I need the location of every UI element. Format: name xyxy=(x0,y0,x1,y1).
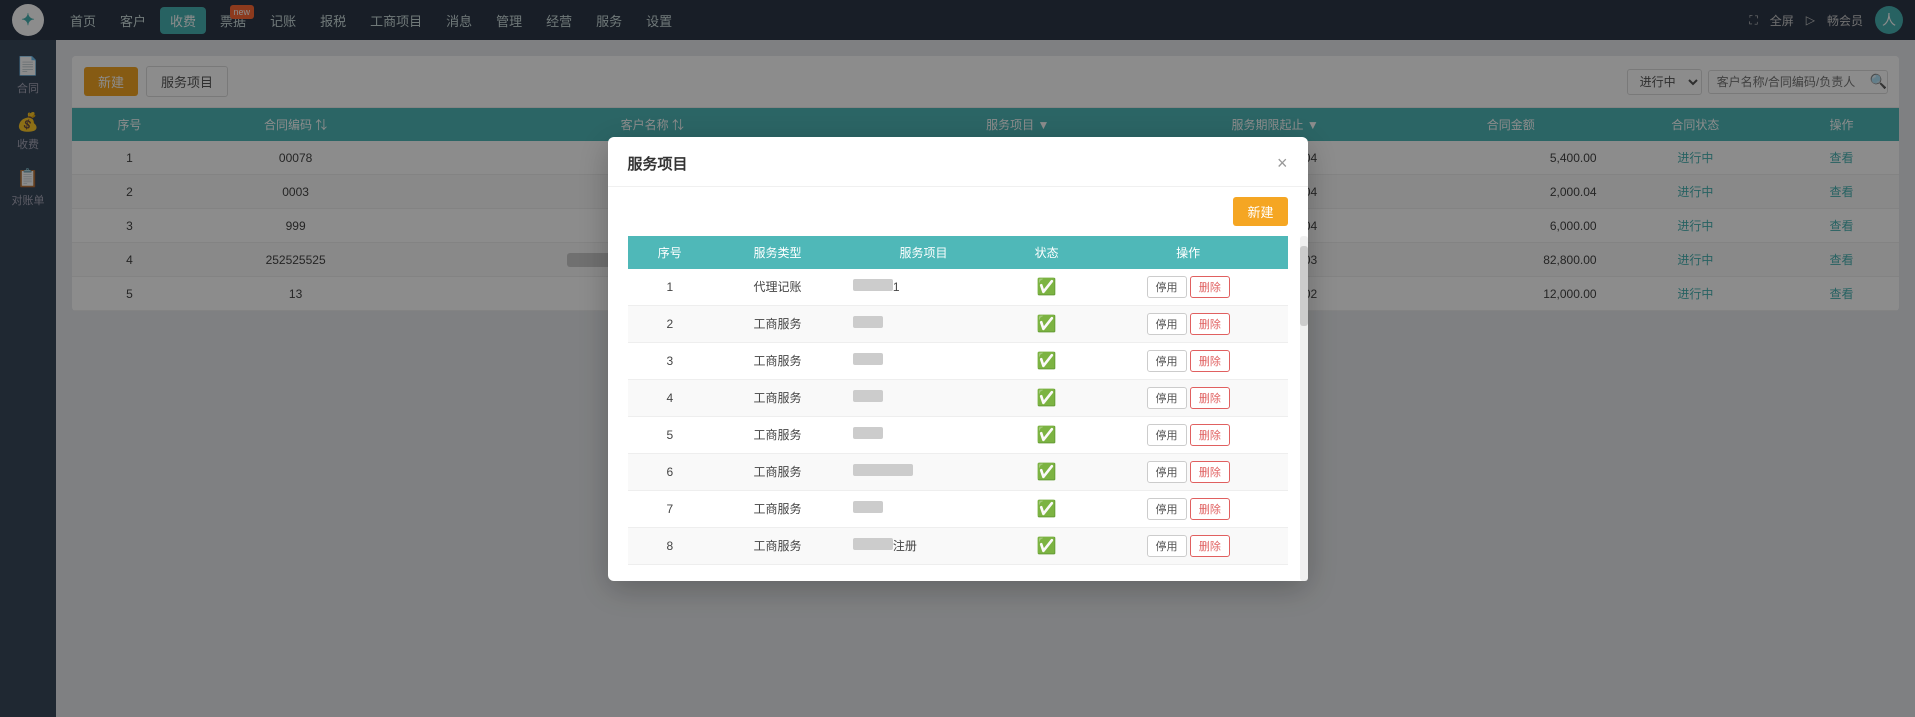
modal-cell-status: ✅ xyxy=(1004,453,1089,490)
modal-col-status: 状态 xyxy=(1004,236,1089,269)
modal-new-button[interactable]: 新建 xyxy=(1233,197,1287,226)
status-check-icon: ✅ xyxy=(1037,316,1057,333)
stop-button[interactable]: 停用 xyxy=(1147,424,1187,446)
stop-button[interactable]: 停用 xyxy=(1147,535,1187,557)
modal-col-seq: 序号 xyxy=(628,236,713,269)
status-check-icon: ✅ xyxy=(1037,501,1057,518)
modal-table-row: 1 代理记账 1 ✅ 停用 删除 xyxy=(628,269,1288,306)
delete-button[interactable]: 删除 xyxy=(1190,461,1230,483)
modal-cell-status: ✅ xyxy=(1004,490,1089,527)
modal-table-row: 5 工商服务 ✅ 停用 删除 xyxy=(628,416,1288,453)
modal-cell-seq: 1 xyxy=(628,269,713,306)
delete-button[interactable]: 删除 xyxy=(1190,313,1230,335)
modal-cell-item xyxy=(843,453,1004,490)
modal-table-row: 3 工商服务 ✅ 停用 删除 xyxy=(628,342,1288,379)
stop-button[interactable]: 停用 xyxy=(1147,350,1187,372)
modal-cell-item: 注册 xyxy=(843,527,1004,564)
modal-cell-action: 停用 删除 xyxy=(1089,416,1288,453)
modal-body: 序号 服务类型 服务项目 状态 操作 1 代理记账 1 ✅ 停用 删除 2 工商… xyxy=(608,236,1308,581)
delete-button[interactable]: 删除 xyxy=(1190,276,1230,298)
modal-col-item: 服务项目 xyxy=(843,236,1004,269)
modal-cell-type: 工商服务 xyxy=(712,490,843,527)
stop-button[interactable]: 停用 xyxy=(1147,461,1187,483)
modal-col-action: 操作 xyxy=(1089,236,1288,269)
modal-col-type: 服务类型 xyxy=(712,236,843,269)
modal-cell-item xyxy=(843,416,1004,453)
modal-close-button[interactable]: × xyxy=(1277,154,1288,172)
modal-cell-action: 停用 删除 xyxy=(1089,490,1288,527)
modal-table-row: 6 工商服务 ✅ 停用 删除 xyxy=(628,453,1288,490)
modal-cell-item xyxy=(843,342,1004,379)
status-check-icon: ✅ xyxy=(1037,279,1057,296)
modal-cell-seq: 5 xyxy=(628,416,713,453)
modal-header: 服务项目 × xyxy=(608,137,1308,187)
modal-cell-status: ✅ xyxy=(1004,305,1089,342)
modal-cell-type: 工商服务 xyxy=(712,416,843,453)
delete-button[interactable]: 删除 xyxy=(1190,535,1230,557)
modal-table-row: 4 工商服务 ✅ 停用 删除 xyxy=(628,379,1288,416)
modal-cell-status: ✅ xyxy=(1004,527,1089,564)
service-table: 序号 服务类型 服务项目 状态 操作 1 代理记账 1 ✅ 停用 删除 2 工商… xyxy=(628,236,1288,565)
modal-cell-type: 工商服务 xyxy=(712,379,843,416)
modal-cell-seq: 2 xyxy=(628,305,713,342)
modal-cell-action: 停用 删除 xyxy=(1089,527,1288,564)
stop-button[interactable]: 停用 xyxy=(1147,387,1187,409)
modal-cell-action: 停用 删除 xyxy=(1089,453,1288,490)
modal-cell-status: ✅ xyxy=(1004,379,1089,416)
modal-cell-item: 1 xyxy=(843,269,1004,306)
modal-cell-action: 停用 删除 xyxy=(1089,269,1288,306)
stop-button[interactable]: 停用 xyxy=(1147,276,1187,298)
modal-cell-status: ✅ xyxy=(1004,269,1089,306)
stop-button[interactable]: 停用 xyxy=(1147,498,1187,520)
modal-table-row: 7 工商服务 ✅ 停用 删除 xyxy=(628,490,1288,527)
modal-cell-status: ✅ xyxy=(1004,342,1089,379)
status-check-icon: ✅ xyxy=(1037,353,1057,370)
modal-cell-item xyxy=(843,379,1004,416)
delete-button[interactable]: 删除 xyxy=(1190,498,1230,520)
modal-cell-type: 工商服务 xyxy=(712,342,843,379)
modal-cell-type: 工商服务 xyxy=(712,453,843,490)
modal-cell-seq: 3 xyxy=(628,342,713,379)
stop-button[interactable]: 停用 xyxy=(1147,313,1187,335)
modal-table-row: 2 工商服务 ✅ 停用 删除 xyxy=(628,305,1288,342)
modal-toolbar: 新建 xyxy=(608,187,1308,236)
modal-cell-seq: 8 xyxy=(628,527,713,564)
modal-cell-type: 工商服务 xyxy=(712,305,843,342)
modal-cell-type: 工商服务 xyxy=(712,527,843,564)
modal-cell-status: ✅ xyxy=(1004,416,1089,453)
delete-button[interactable]: 删除 xyxy=(1190,387,1230,409)
modal-cell-seq: 7 xyxy=(628,490,713,527)
modal-cell-action: 停用 删除 xyxy=(1089,379,1288,416)
modal-overlay[interactable]: 服务项目 × 新建 序号 服务类型 服务项目 状态 操作 1 代理记账 xyxy=(0,0,1915,717)
delete-button[interactable]: 删除 xyxy=(1190,424,1230,446)
modal-cell-action: 停用 删除 xyxy=(1089,305,1288,342)
modal-cell-item xyxy=(843,490,1004,527)
modal-cell-seq: 6 xyxy=(628,453,713,490)
modal-cell-action: 停用 删除 xyxy=(1089,342,1288,379)
modal-cell-type: 代理记账 xyxy=(712,269,843,306)
modal-cell-seq: 4 xyxy=(628,379,713,416)
status-check-icon: ✅ xyxy=(1037,390,1057,407)
modal-title: 服务项目 xyxy=(628,153,688,174)
modal-table-row: 8 工商服务 注册 ✅ 停用 删除 xyxy=(628,527,1288,564)
modal-cell-item xyxy=(843,305,1004,342)
status-check-icon: ✅ xyxy=(1037,538,1057,555)
status-check-icon: ✅ xyxy=(1037,427,1057,444)
status-check-icon: ✅ xyxy=(1037,464,1057,481)
service-modal: 服务项目 × 新建 序号 服务类型 服务项目 状态 操作 1 代理记账 xyxy=(608,137,1308,581)
delete-button[interactable]: 删除 xyxy=(1190,350,1230,372)
